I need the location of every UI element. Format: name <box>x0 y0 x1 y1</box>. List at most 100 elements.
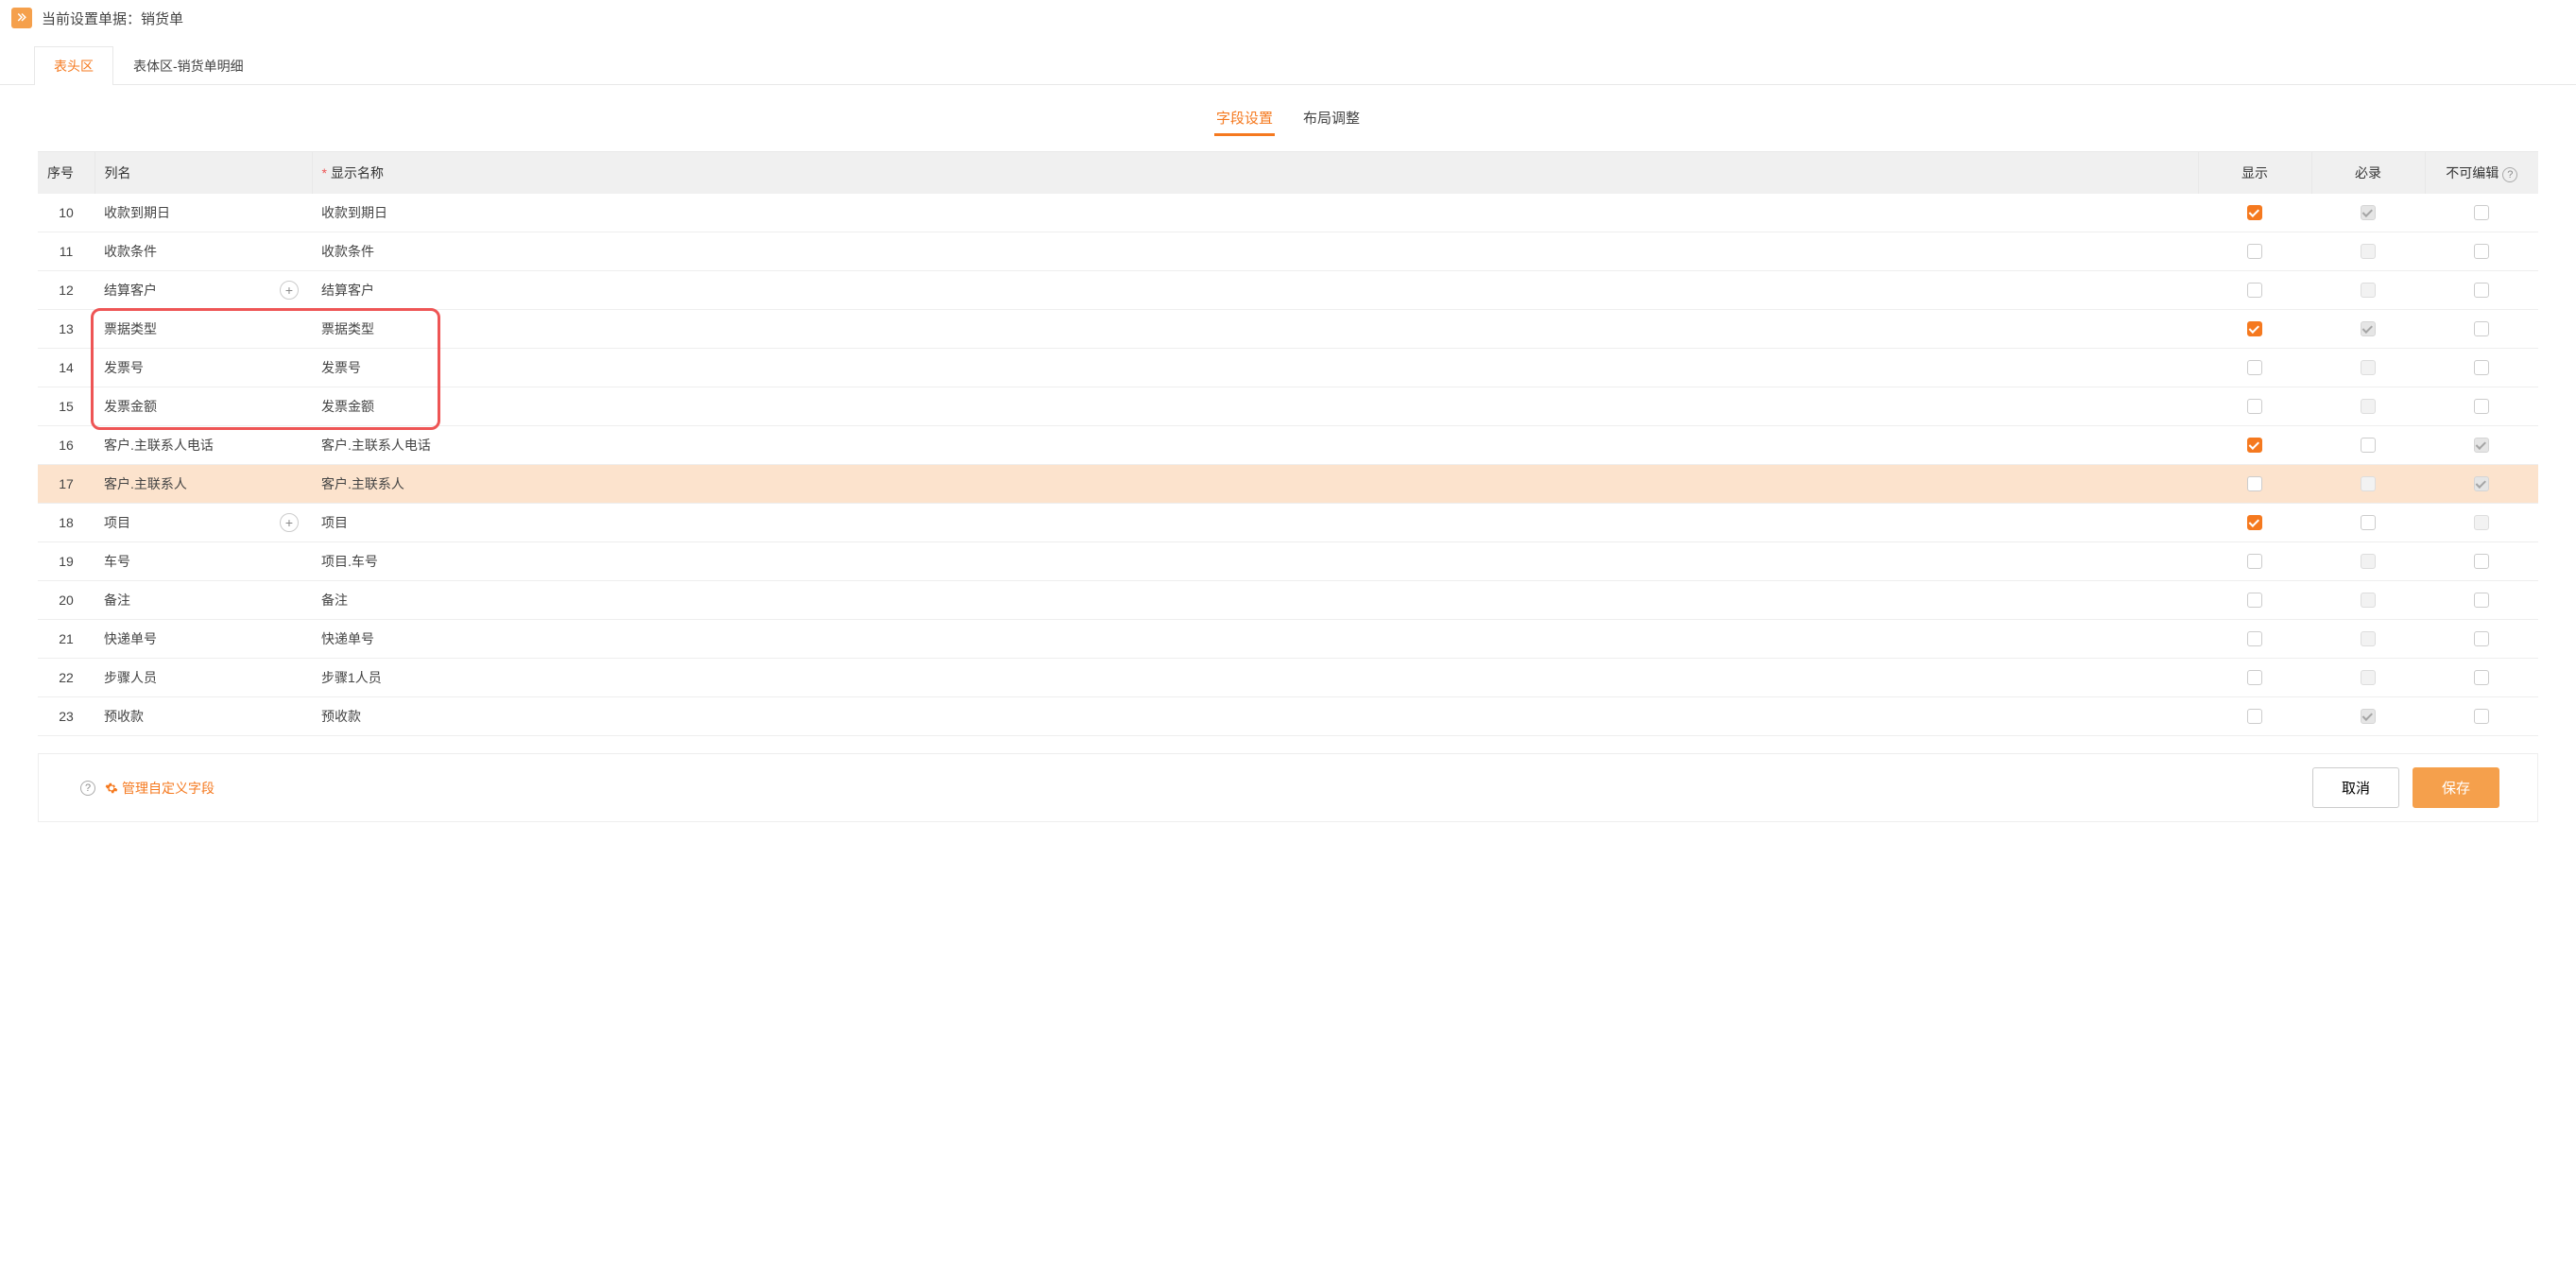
save-button[interactable]: 保存 <box>2413 767 2499 808</box>
collapse-toggle[interactable] <box>11 8 32 28</box>
display-name-cell[interactable]: 快递单号 <box>312 620 2198 659</box>
display-name-cell[interactable]: 票据类型 <box>312 310 2198 349</box>
display-name-cell[interactable]: 项目 <box>312 504 2198 542</box>
display-name-cell[interactable]: 备注 <box>312 581 2198 620</box>
checkbox <box>2361 476 2376 491</box>
title-value: 销货单 <box>141 11 183 27</box>
checkbox[interactable] <box>2247 476 2262 491</box>
checkbox[interactable] <box>2474 399 2489 414</box>
table-row: 18项目+项目 <box>38 504 2538 542</box>
required-cell <box>2311 194 2425 232</box>
checkbox[interactable] <box>2474 554 2489 569</box>
header-bar: 当前设置单据：销货单 <box>0 0 2576 36</box>
checkbox[interactable] <box>2247 244 2262 259</box>
add-icon[interactable]: + <box>280 513 299 532</box>
name-cell: 收款到期日 <box>94 194 312 232</box>
checkbox[interactable] <box>2247 205 2262 220</box>
manage-custom-fields-link[interactable]: 管理自定义字段 <box>105 779 215 798</box>
name-cell: 票据类型 <box>94 310 312 349</box>
show-cell <box>2198 310 2311 349</box>
display-name-cell[interactable]: 步骤1人员 <box>312 659 2198 697</box>
seq-cell: 19 <box>38 542 94 581</box>
required-cell <box>2311 310 2425 349</box>
display-name-cell[interactable]: 预收款 <box>312 697 2198 736</box>
checkbox[interactable] <box>2474 593 2489 608</box>
required-cell <box>2311 426 2425 465</box>
checkbox[interactable] <box>2474 205 2489 220</box>
checkbox[interactable] <box>2474 321 2489 336</box>
checkbox <box>2474 438 2489 453</box>
checkbox[interactable] <box>2247 670 2262 685</box>
subtab-0[interactable]: 字段设置 <box>1214 102 1275 136</box>
checkbox[interactable] <box>2247 321 2262 336</box>
checkbox[interactable] <box>2474 670 2489 685</box>
display-name-cell[interactable]: 项目.车号 <box>312 542 2198 581</box>
checkbox <box>2361 321 2376 336</box>
checkbox[interactable] <box>2361 515 2376 530</box>
checkbox[interactable] <box>2474 283 2489 298</box>
col-required-header: 必录 <box>2311 152 2425 194</box>
checkbox[interactable] <box>2247 631 2262 646</box>
checkbox[interactable] <box>2247 399 2262 414</box>
display-name-cell[interactable]: 收款条件 <box>312 232 2198 271</box>
checkbox[interactable] <box>2247 283 2262 298</box>
required-cell <box>2311 504 2425 542</box>
show-cell <box>2198 271 2311 310</box>
field-name: 备注 <box>104 593 130 608</box>
checkbox[interactable] <box>2247 554 2262 569</box>
table-row: 23预收款预收款 <box>38 697 2538 736</box>
checkbox[interactable] <box>2474 709 2489 724</box>
checkbox[interactable] <box>2247 515 2262 530</box>
readonly-cell <box>2425 465 2538 504</box>
col-seq-header: 序号 <box>38 152 94 194</box>
name-cell: 发票号 <box>94 349 312 387</box>
name-cell: 步骤人员 <box>94 659 312 697</box>
help-icon[interactable]: ? <box>2502 167 2517 182</box>
subtab-1[interactable]: 布局调整 <box>1301 102 1362 136</box>
readonly-cell <box>2425 310 2538 349</box>
field-name: 发票号 <box>104 360 144 375</box>
checkbox <box>2361 360 2376 375</box>
name-cell: 客户.主联系人电话 <box>94 426 312 465</box>
field-name: 步骤人员 <box>104 670 157 685</box>
checkbox <box>2361 709 2376 724</box>
checkbox[interactable] <box>2474 244 2489 259</box>
readonly-cell <box>2425 542 2538 581</box>
show-cell <box>2198 426 2311 465</box>
footer-help-icon[interactable]: ? <box>80 781 95 796</box>
checkbox[interactable] <box>2247 360 2262 375</box>
tab-1[interactable]: 表体区-销货单明细 <box>113 46 264 85</box>
add-icon[interactable]: + <box>280 281 299 300</box>
checkbox <box>2361 593 2376 608</box>
checkbox[interactable] <box>2247 593 2262 608</box>
field-name: 客户.主联系人电话 <box>104 438 214 453</box>
checkbox[interactable] <box>2474 360 2489 375</box>
checkbox[interactable] <box>2247 709 2262 724</box>
display-name-cell[interactable]: 客户.主联系人电话 <box>312 426 2198 465</box>
checkbox <box>2361 631 2376 646</box>
show-cell <box>2198 387 2311 426</box>
name-cell: 备注 <box>94 581 312 620</box>
display-name-cell[interactable]: 发票号 <box>312 349 2198 387</box>
show-cell <box>2198 349 2311 387</box>
table-row: 12结算客户+结算客户 <box>38 271 2538 310</box>
tab-0[interactable]: 表头区 <box>34 46 113 85</box>
name-cell: 项目+ <box>94 504 312 542</box>
custom-fields-label: 管理自定义字段 <box>122 779 215 798</box>
display-name-cell[interactable]: 客户.主联系人 <box>312 465 2198 504</box>
checkbox <box>2361 554 2376 569</box>
checkbox[interactable] <box>2474 631 2489 646</box>
readonly-label: 不可编辑 <box>2446 165 2499 180</box>
readonly-cell <box>2425 387 2538 426</box>
checkbox[interactable] <box>2247 438 2262 453</box>
show-cell <box>2198 659 2311 697</box>
display-name-cell[interactable]: 收款到期日 <box>312 194 2198 232</box>
display-name-cell[interactable]: 结算客户 <box>312 271 2198 310</box>
table-row: 10收款到期日收款到期日 <box>38 194 2538 232</box>
main-tabs: 表头区表体区-销货单明细 <box>0 45 2576 85</box>
cancel-button[interactable]: 取消 <box>2312 767 2399 808</box>
table-row: 19车号项目.车号 <box>38 542 2538 581</box>
checkbox[interactable] <box>2361 438 2376 453</box>
display-name-cell[interactable]: 发票金额 <box>312 387 2198 426</box>
field-name: 快递单号 <box>104 631 157 646</box>
